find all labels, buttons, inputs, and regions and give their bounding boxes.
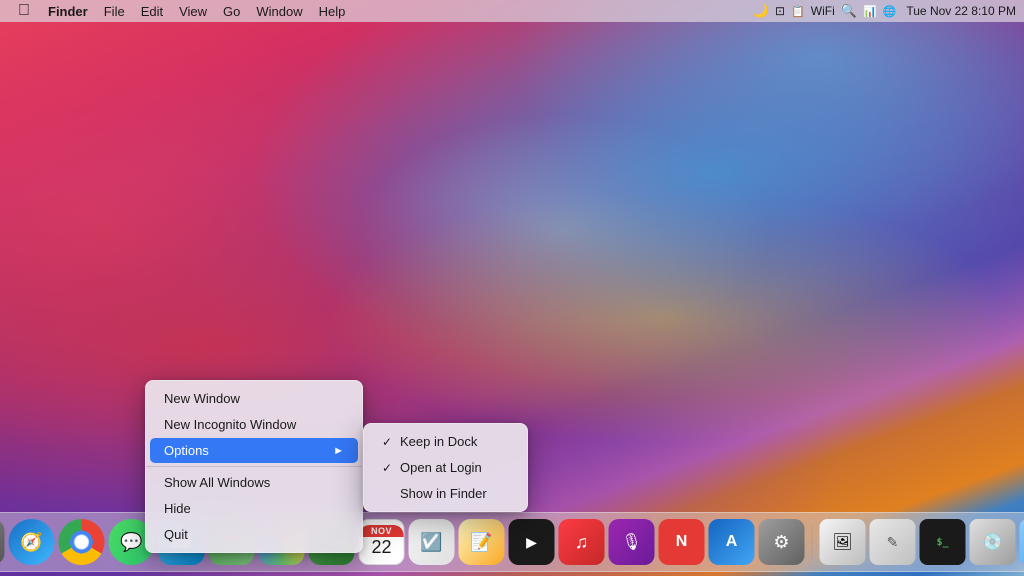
dock-item-calendar[interactable]: NOV 22: [359, 519, 405, 565]
dock-item-appstore[interactable]: A: [709, 519, 755, 565]
music-icon: ♫: [575, 532, 589, 553]
context-quit[interactable]: Quit: [150, 522, 358, 547]
menu-file[interactable]: File: [96, 0, 133, 22]
submenu-arrow-icon: ►: [333, 445, 344, 457]
apple-menu[interactable]: : [8, 0, 40, 22]
notes-icon: 📝: [470, 532, 492, 553]
preview-icon: 🖼: [832, 532, 852, 552]
app-name[interactable]: Finder: [40, 0, 96, 22]
menu-edit[interactable]: Edit: [133, 0, 171, 22]
submenu-open-at-login[interactable]: ✓ Open at Login: [368, 455, 523, 480]
check-icon-open-at-login: ✓: [382, 461, 398, 475]
dock-item-filesharing[interactable]: 💿: [970, 519, 1016, 565]
menubar:  Finder File Edit View Go Window Help 🌙…: [0, 0, 1024, 22]
systemprefs-icon: ⚙: [773, 532, 789, 553]
podcasts-icon: 🎙: [621, 532, 641, 552]
scripteditor-icon: ✎: [887, 534, 899, 551]
menu-go[interactable]: Go: [215, 0, 248, 22]
appstore-icon: A: [726, 533, 738, 551]
desktop:  Finder File Edit View Go Window Help 🌙…: [0, 0, 1024, 576]
wifi-icon[interactable]: WiFi: [811, 4, 835, 18]
dock-item-reminders[interactable]: ☑️: [409, 519, 455, 565]
submenu: ✓ Keep in Dock ✓ Open at Login ✓ Show in…: [363, 423, 528, 512]
moon-icon[interactable]: 🌙: [753, 3, 769, 19]
dock-item-terminal[interactable]: $_: [920, 519, 966, 565]
dvd-icon: 💿: [983, 532, 1003, 552]
dock-item-systemprefs[interactable]: ⚙: [759, 519, 805, 565]
submenu-keep-in-dock[interactable]: ✓ Keep in Dock: [368, 429, 523, 454]
dock-item-downloads[interactable]: ⬇: [1020, 519, 1024, 565]
datetime: Tue Nov 22 8:10 PM: [906, 4, 1016, 18]
terminal-icon: $_: [936, 537, 948, 548]
clipboard-icon: 📋: [791, 5, 805, 18]
context-options[interactable]: Options ►: [150, 438, 358, 463]
dock-item-news[interactable]: N: [659, 519, 705, 565]
submenu-show-in-finder[interactable]: ✓ Show in Finder: [368, 481, 523, 506]
stats-icon: 📊: [863, 5, 877, 18]
dock-item-launchpad[interactable]: ⊞: [0, 519, 5, 565]
dock-item-podcasts[interactable]: 🎙: [609, 519, 655, 565]
dock-item-appletv[interactable]: ▶: [509, 519, 555, 565]
context-new-window[interactable]: New Window: [150, 386, 358, 411]
globe-icon: 🌐: [883, 5, 897, 18]
menu-help[interactable]: Help: [311, 0, 354, 22]
news-icon: N: [676, 533, 688, 551]
dock-item-safari[interactable]: 🧭: [9, 519, 55, 565]
search-icon[interactable]: 🔍: [841, 3, 857, 19]
menu-view[interactable]: View: [171, 0, 215, 22]
check-icon-keep-in-dock: ✓: [382, 435, 398, 449]
dock-item-notes[interactable]: 📝: [459, 519, 505, 565]
dock-item-preview[interactable]: 🖼: [820, 519, 866, 565]
safari-icon: 🧭: [20, 532, 42, 553]
context-new-incognito-window[interactable]: New Incognito Window: [150, 412, 358, 437]
calendar-day: 22: [371, 537, 391, 559]
context-show-all-windows[interactable]: Show All Windows: [150, 470, 358, 495]
messages-icon: 💬: [120, 532, 142, 553]
context-separator: [146, 466, 362, 467]
screen-icon: ⊡: [775, 4, 785, 18]
dock-item-scripteditor[interactable]: ✎: [870, 519, 916, 565]
context-hide[interactable]: Hide: [150, 496, 358, 521]
appletv-icon: ▶: [526, 534, 537, 551]
dock-item-music[interactable]: ♫: [559, 519, 605, 565]
reminders-icon: ☑️: [420, 532, 442, 553]
calendar-month: NOV: [360, 525, 404, 537]
context-menu: New Window New Incognito Window Options …: [145, 380, 363, 553]
menu-window[interactable]: Window: [248, 0, 310, 22]
dock-separator: [812, 524, 813, 560]
dock-item-chrome[interactable]: [59, 519, 105, 565]
